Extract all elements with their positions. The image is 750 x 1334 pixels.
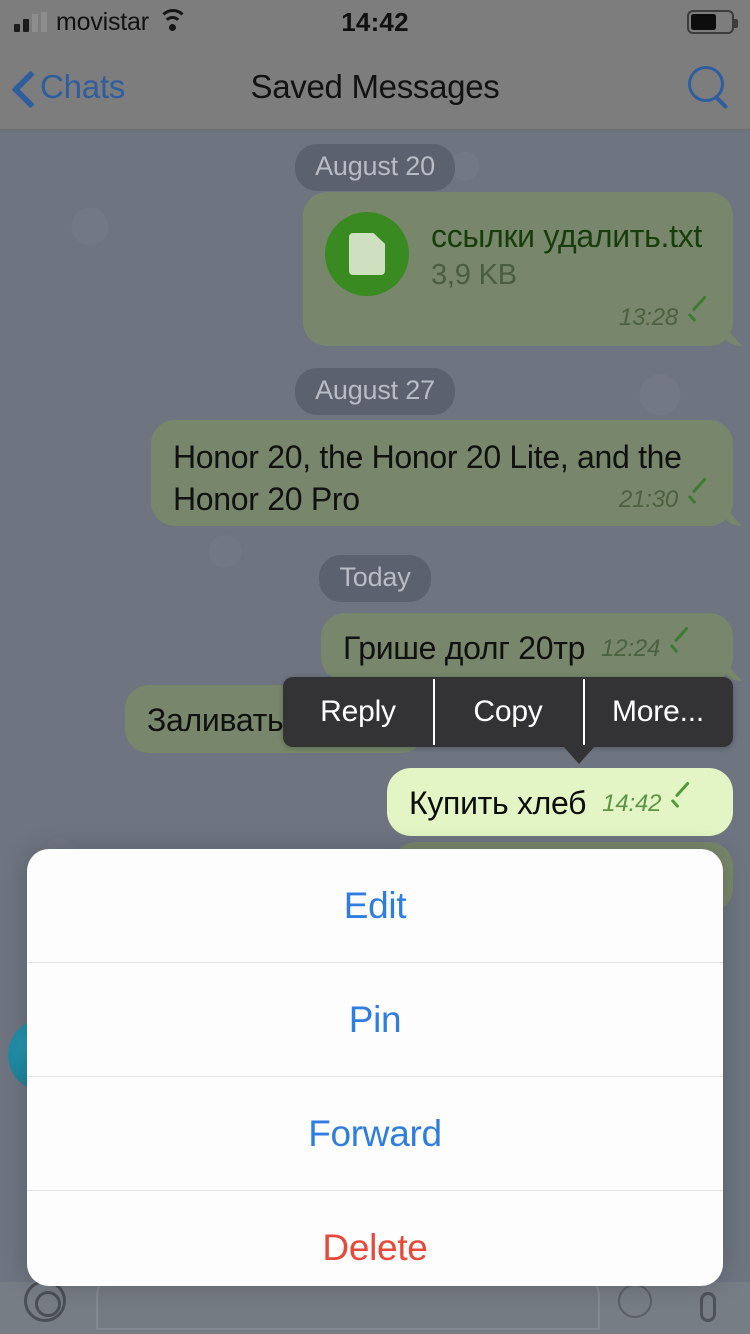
search-icon bbox=[686, 64, 732, 110]
single-check-icon bbox=[685, 307, 711, 329]
page-title: Saved Messages bbox=[250, 68, 500, 105]
telegram-chat-screen: movistar 14:42 Chats Saved Messages Augu… bbox=[0, 0, 750, 1334]
action-sheet-item-delete[interactable]: Delete bbox=[27, 1191, 723, 1286]
status-bar: movistar 14:42 bbox=[0, 0, 750, 44]
action-sheet-item-forward[interactable]: Forward bbox=[27, 1077, 723, 1191]
message-meta-row: 12:24 bbox=[601, 635, 693, 663]
navigation-bar: Chats Saved Messages bbox=[0, 44, 750, 130]
file-name-label: ссылки удалить.txt bbox=[431, 217, 702, 254]
message-bubble-text[interactable]: Honor 20, the Honor 20 Lite, and the Hon… bbox=[151, 420, 733, 526]
action-sheet[interactable]: Edit Pin Forward Delete bbox=[27, 849, 723, 1286]
message-time: 13:28 bbox=[618, 304, 678, 331]
context-menu-item-reply[interactable]: Reply bbox=[283, 677, 433, 747]
message-bubble-text[interactable]: Грише долг 20тр 12:24 bbox=[321, 613, 733, 681]
single-check-icon bbox=[685, 489, 711, 511]
message-input-bar[interactable] bbox=[0, 1276, 750, 1334]
date-separator: August 27 bbox=[0, 368, 750, 415]
message-meta-row: 14:42 bbox=[602, 790, 694, 818]
battery-icon bbox=[687, 10, 738, 34]
context-menu-tail-icon bbox=[563, 746, 595, 764]
context-menu-item-more[interactable]: More... bbox=[583, 677, 733, 747]
message-time: 14:42 bbox=[602, 790, 662, 817]
file-details: ссылки удалить.txt 3,9 KB bbox=[431, 217, 702, 292]
single-check-icon bbox=[668, 793, 694, 815]
date-separator: Today bbox=[0, 555, 750, 602]
message-time: 21:30 bbox=[618, 486, 678, 513]
message-meta-row: 21:30 bbox=[619, 486, 711, 514]
attachment-icon[interactable] bbox=[24, 1280, 66, 1322]
emoji-icon[interactable] bbox=[618, 1284, 652, 1318]
action-sheet-item-pin[interactable]: Pin bbox=[27, 963, 723, 1077]
message-bubble-selected[interactable]: Купить хлеб 14:42 bbox=[387, 768, 733, 836]
message-bubble-file[interactable]: ссылки удалить.txt 3,9 KB 13:28 bbox=[303, 192, 733, 346]
single-check-icon bbox=[667, 638, 693, 660]
message-time: 12:24 bbox=[601, 635, 661, 662]
date-separator-label: August 20 bbox=[295, 144, 455, 191]
message-meta-row: 13:28 bbox=[619, 304, 711, 332]
microphone-icon[interactable] bbox=[700, 1292, 716, 1322]
message-context-menu[interactable]: Reply Copy More... bbox=[283, 677, 733, 747]
search-button[interactable] bbox=[686, 44, 732, 130]
date-separator-label: August 27 bbox=[295, 368, 455, 415]
date-separator-label: Today bbox=[319, 555, 431, 602]
message-text: Грише долг 20тр bbox=[343, 630, 586, 666]
date-separator: August 20 bbox=[0, 144, 750, 191]
message-text: Купить хлеб bbox=[409, 785, 587, 821]
action-sheet-item-edit[interactable]: Edit bbox=[27, 849, 723, 963]
status-bar-clock: 14:42 bbox=[341, 6, 409, 37]
file-size-label: 3,9 KB bbox=[431, 258, 517, 291]
context-menu-item-copy[interactable]: Copy bbox=[433, 677, 583, 747]
document-icon bbox=[325, 212, 409, 296]
message-meta: 13:28 bbox=[325, 304, 711, 332]
file-attachment[interactable]: ссылки удалить.txt 3,9 KB bbox=[325, 212, 711, 296]
message-text: Заливать bbox=[147, 702, 284, 738]
status-bar-right bbox=[687, 0, 738, 44]
